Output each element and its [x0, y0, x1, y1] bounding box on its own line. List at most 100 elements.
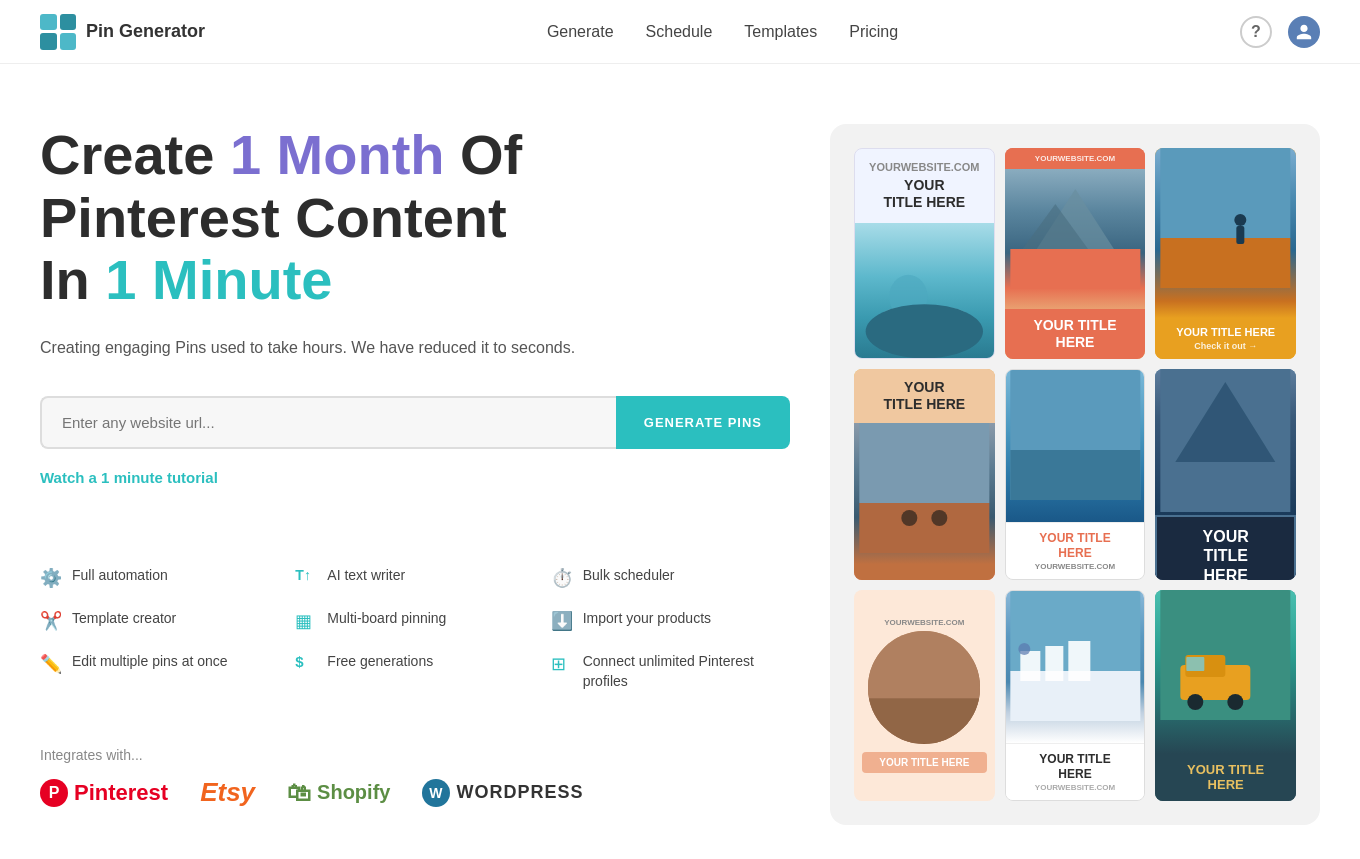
svg-rect-32 — [1187, 657, 1205, 671]
pinterest-logo: P Pinterest — [40, 779, 168, 807]
feature-connect-profiles: ⊞ Connect unlimited Pinterest profiles — [551, 652, 790, 691]
feature-free-gen: $ Free generations — [295, 652, 534, 691]
pin-card-5: YOUR TITLEHERE YOURWEBSITE.COM — [1005, 369, 1146, 580]
svg-rect-20 — [868, 699, 980, 744]
integrations-label: Integrates with... — [40, 747, 790, 763]
pin8-url: YOURWEBSITE.COM — [1014, 783, 1137, 792]
logo-icon — [40, 14, 76, 50]
wordpress-logo: W WordPress — [422, 779, 583, 807]
connect-icon: ⊞ — [551, 653, 573, 675]
etsy-logo: Etsy — [200, 777, 255, 808]
pin1-title: YOURTITLE HERE — [865, 177, 984, 211]
svg-point-31 — [1228, 694, 1244, 710]
pin-card-9: YOUR TITLEHERE — [1155, 590, 1296, 801]
feature-label: Template creator — [72, 609, 176, 629]
hero-subtitle: Creating engaging Pins used to take hour… — [40, 336, 790, 360]
feature-edit-pins: ✏️ Edit multiple pins at once — [40, 652, 279, 691]
pin3-subtitle: Check it out → — [1163, 341, 1288, 351]
nav-templates[interactable]: Templates — [744, 23, 817, 41]
feature-label: Import your products — [583, 609, 711, 629]
wordpress-text: WordPress — [456, 782, 583, 803]
right-column: YOURWEBSITE.COM YOURTITLE HERE — [830, 124, 1320, 825]
svg-point-26 — [1018, 643, 1030, 655]
hero-highlight-minute: 1 Minute — [105, 248, 332, 311]
feature-import: ⬇️ Import your products — [551, 609, 790, 632]
pin5-title: YOUR TITLEHERE — [1014, 531, 1137, 560]
feature-label: Multi-board pinning — [327, 609, 446, 629]
pinterest-text: Pinterest — [74, 780, 168, 806]
edit-icon: ✏️ — [40, 653, 62, 675]
hero-highlight-month: 1 Month — [230, 123, 445, 186]
pin-card-4: YOURTITLE HERE — [854, 369, 995, 580]
pin7-url: YOURWEBSITE.COM — [884, 618, 964, 627]
feature-full-automation: ⚙️ Full automation — [40, 566, 279, 589]
multiboard-icon: ▦ — [295, 610, 317, 632]
generate-button[interactable]: GENERATE PINS — [616, 396, 790, 449]
free-icon: $ — [295, 653, 317, 675]
pin6-title: YOURTITLEHERE — [1167, 527, 1284, 580]
nav-icons: ? — [1240, 16, 1320, 48]
pin-card-6: YOURTITLEHERE — [1155, 369, 1296, 580]
url-input[interactable] — [40, 396, 616, 449]
pin2-title: YOUR TITLEHERE — [1013, 317, 1138, 351]
nav-pricing[interactable]: Pricing — [849, 23, 898, 41]
scheduler-icon: ⏱️ — [551, 567, 573, 589]
feature-multiboard: ▦ Multi-board pinning — [295, 609, 534, 632]
integrations-section: Integrates with... P Pinterest Etsy 🛍 Sh… — [40, 747, 790, 808]
nav-generate[interactable]: Generate — [547, 23, 614, 41]
feature-label: Bulk scheduler — [583, 566, 675, 586]
pin2-url: YOURWEBSITE.COM — [1013, 154, 1138, 163]
shopify-logo: 🛍 Shopify — [287, 779, 390, 807]
feature-label: Edit multiple pins at once — [72, 652, 228, 672]
svg-point-30 — [1188, 694, 1204, 710]
feature-template-creator: ✂️ Template creator — [40, 609, 279, 632]
svg-rect-27 — [1161, 590, 1291, 720]
pin-card-1: YOURWEBSITE.COM YOURTITLE HERE — [854, 148, 995, 359]
shopify-icon: 🛍 — [287, 779, 311, 807]
user-avatar[interactable] — [1288, 16, 1320, 48]
pin-card-7: YOURWEBSITE.COM YOUR TITLE HERE — [854, 590, 995, 801]
svg-point-14 — [931, 510, 947, 526]
svg-point-3 — [866, 304, 983, 358]
svg-rect-10 — [1237, 226, 1245, 244]
feature-bulk-scheduler: ⏱️ Bulk scheduler — [551, 566, 790, 589]
features-grid: ⚙️ Full automation T↑ AI text writer ⏱️ … — [40, 566, 790, 691]
svg-rect-16 — [1010, 450, 1140, 500]
hero-title-part1: Create — [40, 123, 230, 186]
shopify-text: Shopify — [317, 781, 390, 804]
svg-point-13 — [901, 510, 917, 526]
hero-title: Create 1 Month OfPinterest ContentIn 1 M… — [40, 124, 790, 312]
svg-rect-25 — [1068, 641, 1090, 681]
feature-ai-text: T↑ AI text writer — [295, 566, 534, 589]
pin4-title: YOURTITLE HERE — [862, 379, 987, 413]
logo-text: Pin Generator — [86, 21, 205, 42]
etsy-text: Etsy — [200, 777, 255, 807]
integration-logos: P Pinterest Etsy 🛍 Shopify W WordPress — [40, 777, 790, 808]
help-icon[interactable]: ? — [1240, 16, 1272, 48]
wordpress-icon: W — [422, 779, 450, 807]
nav-schedule[interactable]: Schedule — [646, 23, 713, 41]
pin9-title: YOUR TITLEHERE — [1163, 762, 1288, 793]
logo-link[interactable]: Pin Generator — [40, 14, 205, 50]
pin8-title: YOUR TITLEHERE — [1014, 752, 1137, 781]
feature-label: Free generations — [327, 652, 433, 672]
ai-icon: T↑ — [295, 567, 317, 589]
svg-rect-6 — [1010, 249, 1140, 289]
main-content: Create 1 Month OfPinterest ContentIn 1 M… — [0, 64, 1360, 859]
pin-card-3: YOUR TITLE HERE Check it out → — [1155, 148, 1296, 359]
left-column: Create 1 Month OfPinterest ContentIn 1 M… — [40, 124, 790, 808]
pin3-title: YOUR TITLE HERE — [1163, 326, 1288, 339]
import-icon: ⬇️ — [551, 610, 573, 632]
svg-rect-12 — [859, 503, 989, 553]
feature-label: Connect unlimited Pinterest profiles — [583, 652, 790, 691]
svg-rect-23 — [1020, 651, 1040, 681]
pin-grid-wrapper: YOURWEBSITE.COM YOURTITLE HERE — [830, 124, 1320, 825]
feature-label: Full automation — [72, 566, 168, 586]
tutorial-link[interactable]: Watch a 1 minute tutorial — [40, 469, 218, 486]
pin7-title: YOUR TITLE HERE — [867, 757, 982, 768]
nav-links: Generate Schedule Templates Pricing — [547, 23, 898, 41]
pin-card-2: YOURWEBSITE.COM YOUR TITLEHERE — [1005, 148, 1146, 359]
svg-rect-24 — [1045, 646, 1063, 681]
svg-rect-7 — [1161, 148, 1291, 238]
pin1-url: YOURWEBSITE.COM — [865, 161, 984, 173]
